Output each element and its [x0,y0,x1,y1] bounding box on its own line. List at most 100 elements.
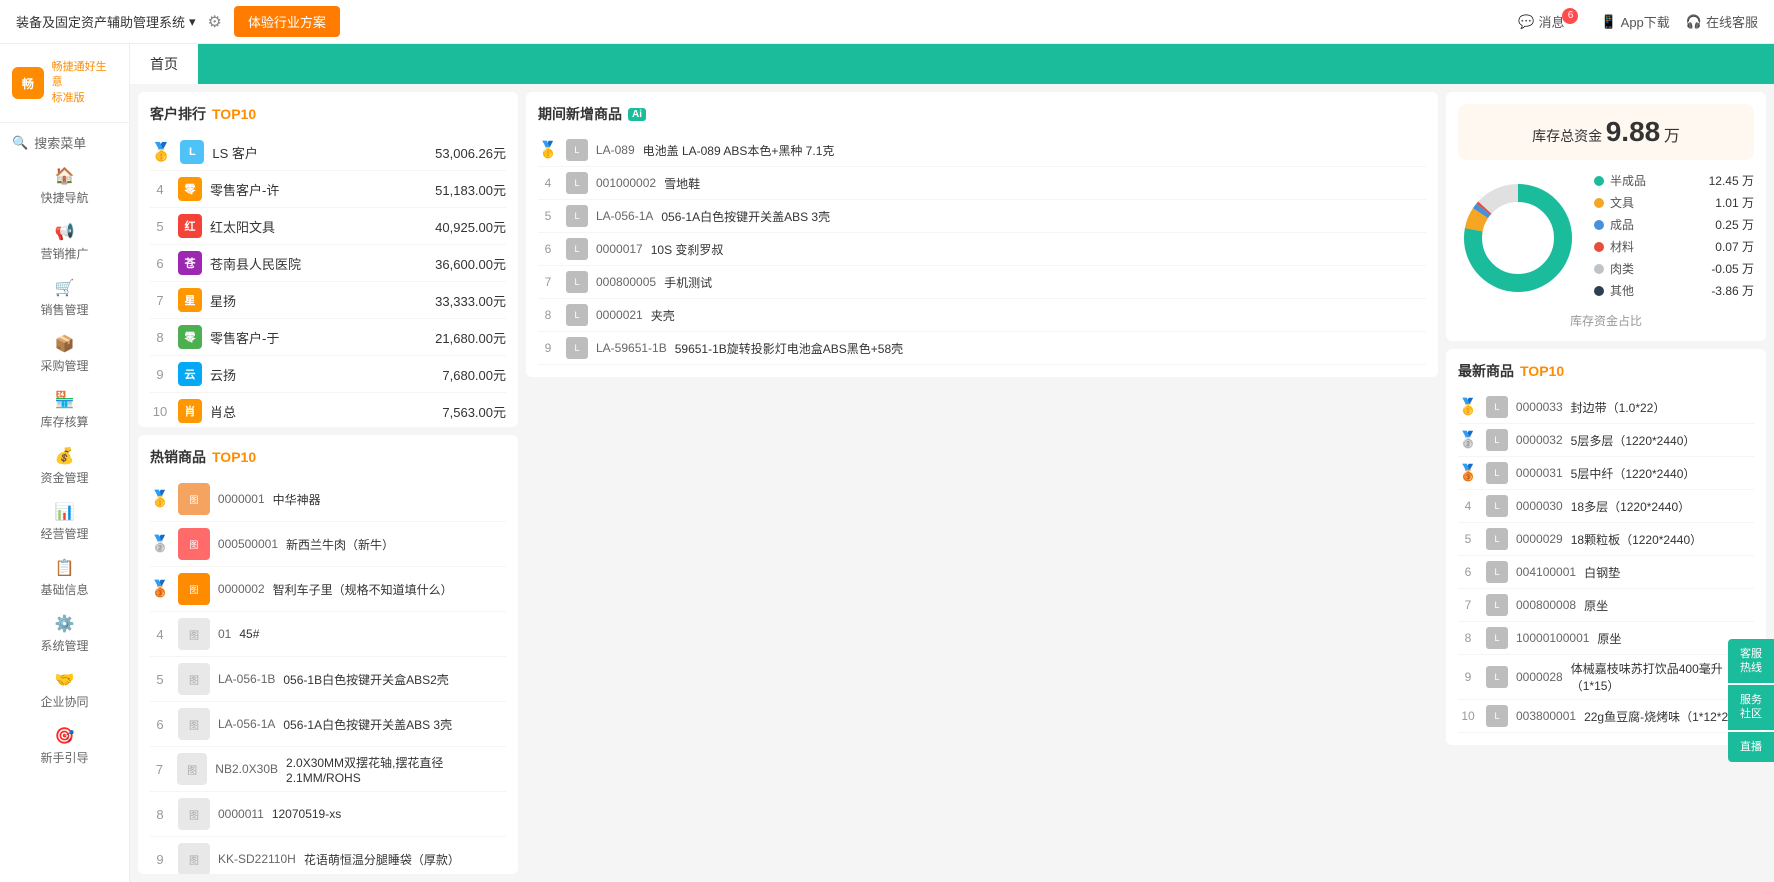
product-icon: L [1486,528,1508,550]
customer-name: 零售客户-于 [210,328,427,347]
rank-number: 6 [1458,565,1478,579]
customer-rank-item: 8 零 零售客户-于 21,680.00元 [150,319,506,356]
period-product-item: 7 L 000800005 手机测试 [538,266,1426,299]
sidebar-search[interactable]: 🔍 搜索菜单 [0,127,129,158]
product-icon: L [1486,396,1508,418]
home-icon: 🏠 [55,166,75,186]
period-product-item: 8 L 0000021 夹壳 [538,299,1426,332]
customer-name: 星扬 [210,291,427,310]
content-area: 首页 客户排行 TOP10 🥇 L [130,44,1774,882]
product-name: 雪地鞋 [664,175,1426,192]
customer-ranking-title: 客户排行 TOP10 [150,104,506,124]
product-name: 中华神器 [273,491,321,508]
product-code: 0000030 [1516,499,1563,513]
customer-name: 红太阳文具 [210,217,427,236]
logo-text: 畅捷通好生意 标准版 [52,60,117,106]
customer-avatar: 肖 [178,399,202,423]
rank-medal-icon: 🥈 [150,534,170,554]
product-icon: L [566,304,588,326]
product-code: 0000033 [1516,400,1563,414]
customer-rank-item: 4 零 零售客户-许 51,183.00元 [150,171,506,208]
rank-number: 4 [538,176,558,190]
product-code: LA-056-1B [218,672,275,686]
tab-home[interactable]: 首页 [130,44,198,84]
product-code: NB2.0X30B [215,762,278,776]
product-code: 004100001 [1516,565,1576,579]
product-thumbnail: 图 [178,708,210,740]
customer-avatar: 零 [178,177,202,201]
product-list-item: 🥈 图 000500001 新西兰牛肉（新牛） [150,522,506,567]
newest-products-title: 最新商品 TOP10 [1458,361,1754,381]
product-code: 0000021 [596,308,643,322]
settings-icon[interactable]: ⚙ [208,12,222,32]
product-code: 003800001 [1516,709,1576,723]
app-download-item[interactable]: 📱 App下载 [1600,12,1669,31]
product-icon: L [566,139,588,161]
sidebar-item-corp[interactable]: 🤝 企业协同 [0,662,129,718]
inventory-chart-area: 半成品 12.45 万 文具 1.01 万 成品 0 [1458,172,1754,304]
product-name: 5层多层（1220*2440） [1571,432,1754,449]
product-name: 2.0X30MM双摆花轴,摆花直径2.1MM/ROHS [286,754,506,785]
logo-line1: 畅捷通好生意 [52,60,117,91]
product-code: 10000100001 [1516,631,1589,645]
rank-number: 7 [150,762,169,777]
customer-rank-item: 6 苍 苍南县人民医院 36,600.00元 [150,245,506,282]
product-name: 5层中纤（1220*2440） [1571,465,1754,482]
sidebar-item-marketing[interactable]: 📢 营销推广 [0,214,129,270]
sidebar-item-label: 资金管理 [40,469,88,486]
product-code: 0000032 [1516,433,1563,447]
rank-medal-icon: 🥉 [150,579,170,599]
customer-avatar: L [180,140,204,164]
sidebar-item-operations[interactable]: 📊 经营管理 [0,494,129,550]
search-icon: 🔍 [12,135,28,151]
messages-nav-item[interactable]: 💬 消息 6 [1518,12,1584,31]
system-title-dropdown[interactable]: 装备及固定资产辅助管理系统 ▾ [16,12,196,31]
newest-products-label: 最新商品 [1458,361,1514,381]
product-name: 封边带（1.0*22） [1571,399,1754,416]
live-broadcast-button[interactable]: 直播 [1728,732,1774,762]
sidebar-item-inventory[interactable]: 🏪 库存核算 [0,382,129,438]
product-name: 电池盖 LA-089 ABS本色+黑种 7.1克 [643,142,1426,159]
legend-item: 材料 0.07 万 [1594,238,1754,255]
product-thumbnail: 图 [178,618,210,650]
trial-button[interactable]: 体验行业方案 [234,6,340,37]
logo-icon-text: 畅 [22,75,34,92]
sidebar-item-finance[interactable]: 💰 资金管理 [0,438,129,494]
corp-icon: 🤝 [55,670,75,690]
middle-panel: 期间新增商品 Ai 🥇 L LA-089 电池盖 LA-089 ABS本色+黑种… [526,92,1438,874]
product-icon: L [566,172,588,194]
product-name: 智利车子里（规格不知道填什么） [273,581,453,598]
app-download-label: App下载 [1621,12,1670,31]
customer-value: 40,925.00元 [435,217,506,236]
product-code: 0000031 [1516,466,1563,480]
logo-icon: 畅 [12,67,44,99]
legend-value: 1.01 万 [1715,194,1754,211]
rank-number: 8 [1458,631,1478,645]
sidebar-item-basic[interactable]: 📋 基础信息 [0,550,129,606]
left-panel: 客户排行 TOP10 🥇 L LS 客户 53,006.26元 4 [138,92,518,874]
newest-top10-label: TOP10 [1520,363,1564,379]
online-service-item[interactable]: 🎧 在线客服 [1686,12,1758,31]
rank-number: 7 [1458,598,1478,612]
sidebar-item-quick-nav[interactable]: 🏠 快捷导航 [0,158,129,214]
legend-dot [1594,242,1604,252]
sidebar-item-system[interactable]: ⚙️ 系统管理 [0,606,129,662]
legend-name: 文具 [1610,194,1709,211]
customer-value: 36,600.00元 [435,254,506,273]
product-code: 000800008 [1516,598,1576,612]
sidebar-item-sales[interactable]: 🛒 销售管理 [0,270,129,326]
sidebar-item-guide[interactable]: 🎯 新手引导 [0,718,129,774]
product-list-item: 6 图 LA-056-1A 056-1A白色按键开关盖ABS 3壳 [150,702,506,747]
customer-hotline-button[interactable]: 客服热线 [1728,639,1774,684]
service-community-button[interactable]: 服务社区 [1728,685,1774,730]
product-icon: L [1486,561,1508,583]
message-icon: 💬 [1518,14,1534,30]
hot-products-title: 热销商品 TOP10 [150,447,506,467]
sidebar-item-purchase[interactable]: 📦 采购管理 [0,326,129,382]
messages-label: 消息 [1538,12,1564,31]
legend-dot [1594,220,1604,230]
legend-item: 其他 -3.86 万 [1594,282,1754,299]
product-code: 001000002 [596,176,656,190]
customer-value: 7,563.00元 [442,402,506,421]
customer-rank-item: 10 肖 肖总 7,563.00元 [150,393,506,427]
